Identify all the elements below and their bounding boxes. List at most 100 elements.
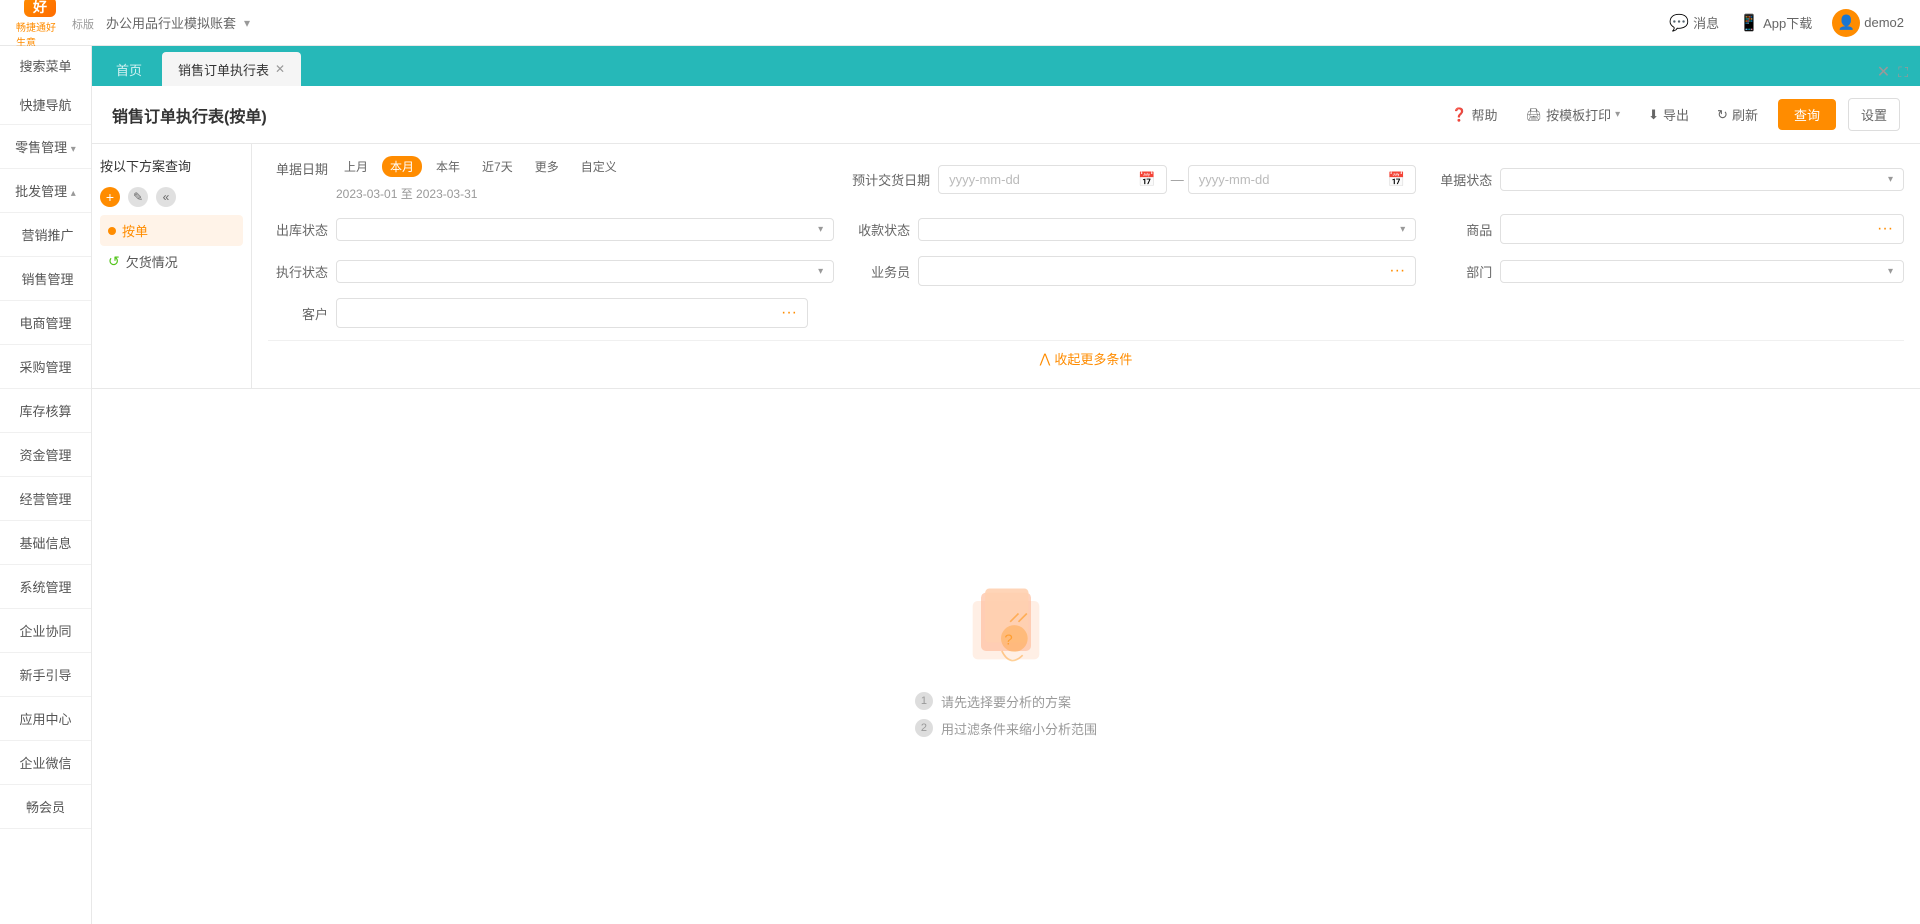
sidebar-item-system[interactable]: 系统管理 (0, 565, 91, 609)
print-template-button[interactable]: 🖨 按模板打印 ▾ (1518, 101, 1629, 128)
collapse-icon: ⋀ (1040, 351, 1051, 367)
logo: 好 畅捷通好生意 (16, 3, 64, 43)
window-maximize-icon[interactable]: ⛶ (1898, 64, 1908, 81)
export-icon: ⬇ (1648, 107, 1659, 123)
app-download-button[interactable]: 📱 App下载 (1739, 13, 1812, 33)
ship-status-label: 出库状态 (268, 220, 328, 239)
date-tag-lastmonth[interactable]: 上月 (336, 156, 376, 177)
department-select[interactable]: ▾ (1500, 260, 1904, 283)
ship-status-select[interactable]: ▾ (336, 218, 834, 241)
date-tag-thisyear[interactable]: 本年 (428, 156, 468, 177)
retail-arrow-icon: ▾ (71, 144, 76, 155)
product-field: 商品 ··· (1432, 214, 1904, 244)
date-field-group: 单据日期 上月 本月 本年 近7天 更多 自定义 2023-03-01 至 20… (268, 156, 834, 202)
expected-date-start[interactable]: yyyy-mm-dd 📅 (938, 165, 1167, 194)
sidebar-item-inventory[interactable]: 库存核算 (0, 389, 91, 433)
tab-home-label: 首页 (116, 60, 142, 79)
collapse-more-button[interactable]: ⋀ 收起更多条件 (268, 340, 1904, 376)
department-label: 部门 (1432, 262, 1492, 281)
empty-state: ? 1 请先选择要分析的方案 2 用过滤条件来缩小分析范围 (915, 576, 1097, 738)
help-label: 帮助 (1472, 105, 1498, 124)
filter-option-icon-owe: ↺ (108, 253, 120, 270)
sidebar-item-marketing[interactable]: 营销推广 (0, 213, 91, 257)
sidebar-item-purchase[interactable]: 采购管理 (0, 345, 91, 389)
logo-icon: 好 (24, 0, 56, 17)
filter-edit-button[interactable]: ✎ (128, 187, 148, 207)
header-actions: ❓ 帮助 🖨 按模板打印 ▾ ⬇ 导出 ↻ 刷新 查询 (1443, 98, 1900, 131)
topbar-right: 💬 消息 📱 App下载 👤 demo2 (1669, 9, 1904, 37)
exec-status-label: 执行状态 (268, 262, 328, 281)
expected-date-start-placeholder: yyyy-mm-dd (949, 172, 1020, 187)
app-download-label: App下载 (1763, 13, 1812, 32)
salesperson-select[interactable]: ··· (918, 256, 1416, 286)
sidebar-item-enterprise[interactable]: 企业协同 (0, 609, 91, 653)
settings-button[interactable]: 设置 (1848, 98, 1900, 131)
main-layout: 搜索菜单 快捷导航 零售管理 ▾ 批发管理 ▴ 营销推广 销售管理 电商管理 采… (0, 46, 1920, 924)
empty-tip-1: 1 请先选择要分析的方案 (915, 692, 1097, 711)
sidebar-item-retail[interactable]: 零售管理 ▾ (0, 125, 91, 169)
print-dropdown-icon: ▾ (1615, 109, 1620, 120)
expected-date-field: 预计交货日期 yyyy-mm-dd 📅 — yyyy-mm-dd 📅 (850, 165, 1416, 194)
date-tag-more[interactable]: 更多 (527, 156, 567, 177)
date-tag-thismonth[interactable]: 本月 (382, 156, 422, 177)
customer-select[interactable]: ··· (336, 298, 808, 328)
ship-status-field: 出库状态 ▾ (268, 218, 834, 241)
tab-sales-order[interactable]: 销售订单执行表 ✕ (162, 52, 301, 86)
payment-status-field: 收款状态 ▾ (850, 218, 1416, 241)
message-button[interactable]: 💬 消息 (1669, 13, 1719, 33)
empty-tips: 1 请先选择要分析的方案 2 用过滤条件来缩小分析范围 (915, 692, 1097, 738)
sidebar-item-member[interactable]: 畅会员 (0, 785, 91, 829)
sidebar-item-sales[interactable]: 销售管理 (0, 257, 91, 301)
sidebar-item-appcenter[interactable]: 应用中心 (0, 697, 91, 741)
filter-row-1: 单据日期 上月 本月 本年 近7天 更多 自定义 2023-03-01 至 20… (268, 156, 1904, 202)
filter-option-owe[interactable]: ↺ 欠货情况 (100, 246, 243, 277)
date-field-top: 单据日期 上月 本月 本年 近7天 更多 自定义 (268, 156, 834, 181)
exec-status-field: 执行状态 ▾ (268, 260, 834, 283)
sidebar-search[interactable]: 搜索菜单 (0, 46, 91, 85)
payment-status-select[interactable]: ▾ (918, 218, 1416, 241)
sidebar-item-operations[interactable]: 经营管理 (0, 477, 91, 521)
tab-close-icon[interactable]: ✕ (275, 62, 285, 76)
sidebar-item-wholesale[interactable]: 批发管理 ▴ (0, 169, 91, 213)
filter-add-button[interactable]: + (100, 187, 120, 207)
filter-sidebar: 按以下方案查询 + ✎ « 按单 ↺ 欠货情况 (92, 144, 252, 388)
payment-status-label: 收款状态 (850, 220, 910, 239)
user-avatar-button[interactable]: 👤 demo2 (1832, 9, 1904, 37)
empty-icon: ? (956, 576, 1056, 676)
order-status-select[interactable]: ▾ (1500, 168, 1904, 191)
date-tag-7days[interactable]: 近7天 (474, 156, 521, 177)
sidebar-shortcut[interactable]: 快捷导航 (0, 85, 91, 124)
tab-home[interactable]: 首页 (100, 52, 158, 86)
date-tag-custom[interactable]: 自定义 (573, 156, 625, 177)
exec-status-select[interactable]: ▾ (336, 260, 834, 283)
expected-date-end[interactable]: yyyy-mm-dd 📅 (1188, 165, 1417, 194)
filter-option-by-order[interactable]: 按单 (100, 215, 243, 246)
filter-collapse-button[interactable]: « (156, 187, 176, 207)
sidebar-item-newbie[interactable]: 新手引导 (0, 653, 91, 697)
filter-panel: 按以下方案查询 + ✎ « 按单 ↺ 欠货情况 (92, 144, 1920, 389)
topbar-left: 好 畅捷通好生意 标版 办公用品行业模拟账套 ▾ (16, 3, 250, 43)
export-button[interactable]: ⬇ 导出 (1640, 101, 1697, 128)
sidebar-item-basic[interactable]: 基础信息 (0, 521, 91, 565)
sidebar-item-wechat[interactable]: 企业微信 (0, 741, 91, 785)
app-name-dropdown-icon[interactable]: ▾ (244, 16, 250, 30)
product-select[interactable]: ··· (1500, 214, 1904, 244)
window-close-icon[interactable]: ✕ (1877, 62, 1890, 82)
date-range-text: 2023-03-01 至 2023-03-31 (336, 185, 834, 202)
collapse-label: 收起更多条件 (1054, 349, 1132, 368)
customer-label: 客户 (268, 304, 328, 323)
refresh-button[interactable]: ↻ 刷新 (1709, 101, 1766, 128)
data-area: ? 1 请先选择要分析的方案 2 用过滤条件来缩小分析范围 (92, 389, 1920, 924)
sidebar-item-finance[interactable]: 资金管理 (0, 433, 91, 477)
salesperson-field: 业务员 ··· (850, 256, 1416, 286)
date-separator: — (1171, 172, 1184, 187)
sidebar-item-ecommerce[interactable]: 电商管理 (0, 301, 91, 345)
query-button[interactable]: 查询 (1778, 99, 1836, 130)
page-header: 销售订单执行表(按单) ❓ 帮助 🖨 按模板打印 ▾ ⬇ 导出 ↻ 刷新 (92, 86, 1920, 144)
filter-form: 单据日期 上月 本月 本年 近7天 更多 自定义 2023-03-01 至 20… (252, 144, 1920, 388)
salesperson-label: 业务员 (850, 262, 910, 281)
app-name: 办公用品行业模拟账套 (106, 13, 236, 32)
help-button[interactable]: ❓ 帮助 (1443, 101, 1505, 128)
product-label: 商品 (1432, 220, 1492, 239)
exec-status-dropdown-icon: ▾ (818, 266, 823, 277)
